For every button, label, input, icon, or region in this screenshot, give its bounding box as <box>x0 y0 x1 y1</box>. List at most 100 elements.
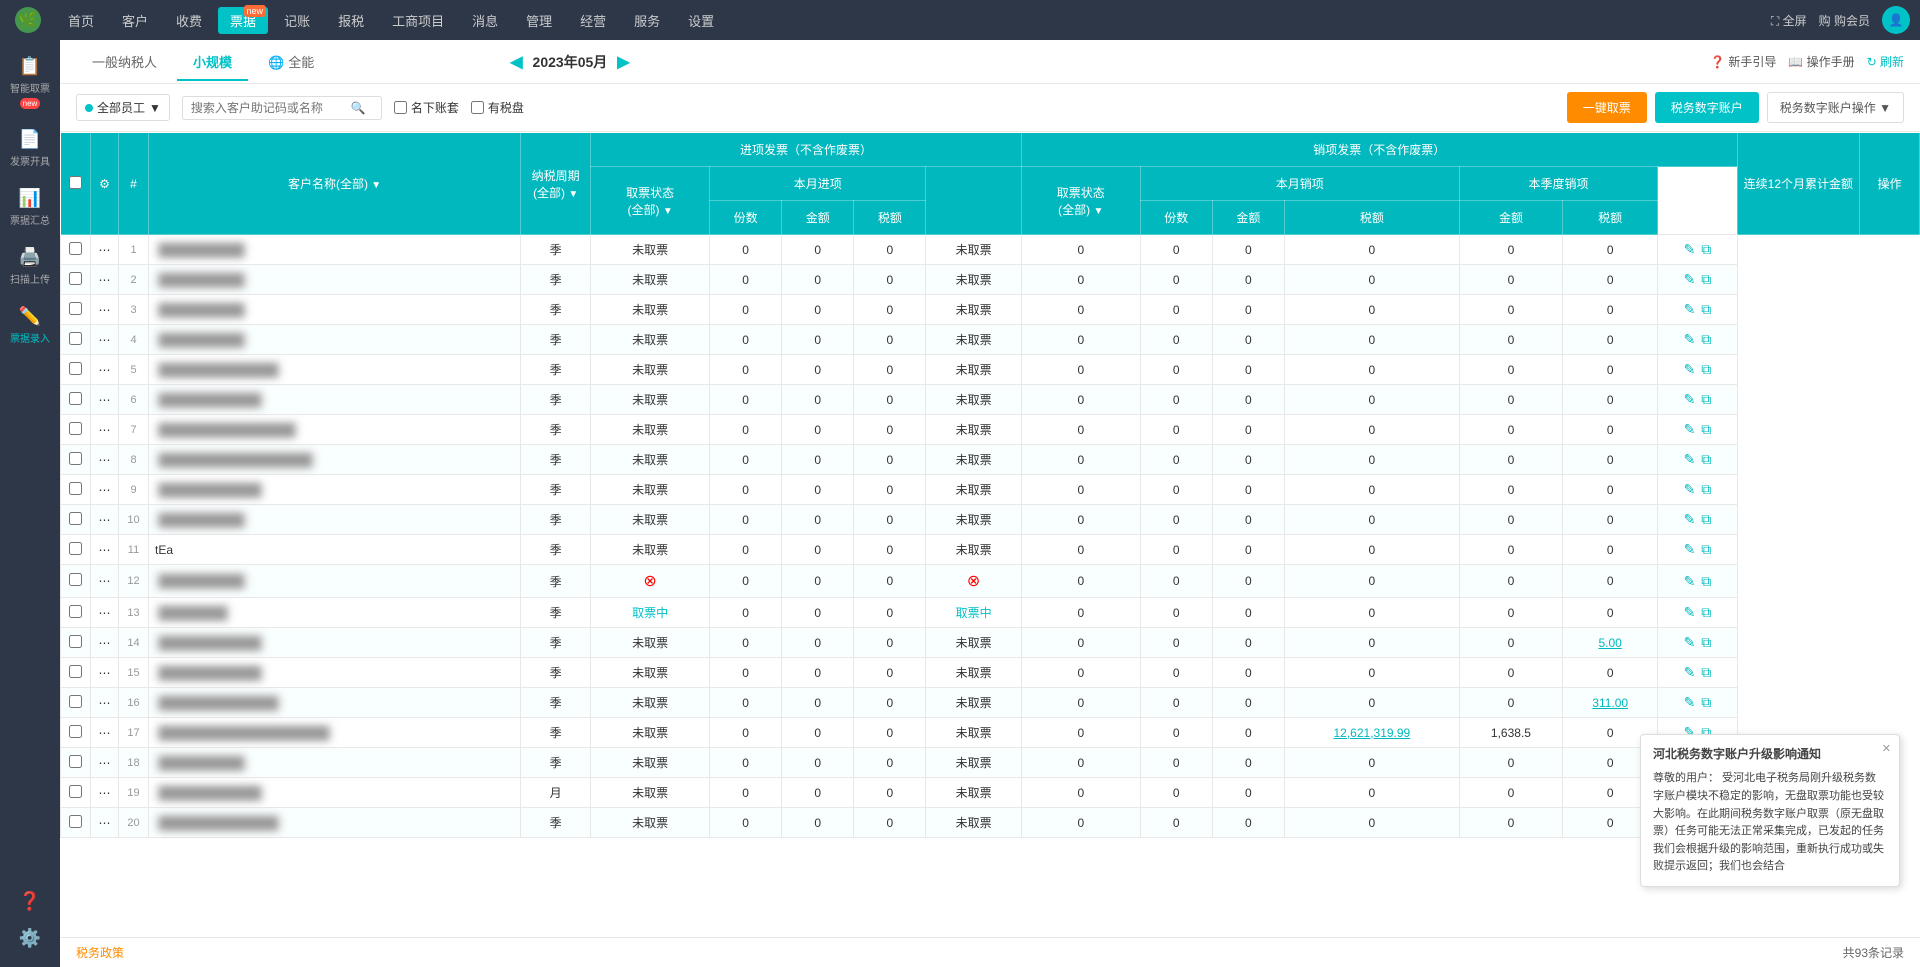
new-guide-btn[interactable]: ❓ 新手引导 <box>1710 53 1776 70</box>
row-checkbox[interactable] <box>69 605 82 618</box>
edit-icon[interactable]: ✎ <box>1684 604 1696 621</box>
vip-btn[interactable]: 购 购会员 <box>1819 12 1870 29</box>
edit-icon[interactable]: ✎ <box>1684 511 1696 528</box>
row-checkbox[interactable] <box>69 635 82 648</box>
edit-icon[interactable]: ✎ <box>1684 241 1696 258</box>
copy-icon[interactable]: ⧉ <box>1701 301 1711 318</box>
table-row: ⋯ 10 ██████████ 季 未取票 0 0 0 未取票 0 0 0 0 … <box>61 505 1920 535</box>
accountbook-filter[interactable]: 名下账套 <box>394 99 459 116</box>
row-checkbox[interactable] <box>69 725 82 738</box>
nav-item-票据[interactable]: 票据new <box>218 7 268 34</box>
row-checkbox[interactable] <box>69 272 82 285</box>
row-checkbox[interactable] <box>69 332 82 345</box>
edit-icon[interactable]: ✎ <box>1684 694 1696 711</box>
copy-icon[interactable]: ⧉ <box>1701 331 1711 348</box>
edit-icon[interactable]: ✎ <box>1684 421 1696 438</box>
row-checkbox[interactable] <box>69 785 82 798</box>
select-all-checkbox[interactable] <box>69 176 82 189</box>
edit-icon[interactable]: ✎ <box>1684 391 1696 408</box>
sidebar-item-扫描上传[interactable]: 🖨️ 扫描上传 <box>0 239 60 294</box>
sub-tab-一般纳税人[interactable]: 一般纳税人 <box>76 44 173 81</box>
tax-policy-link[interactable]: 税务政策 <box>76 944 124 961</box>
row-checkbox[interactable] <box>69 542 82 555</box>
nav-item-管理[interactable]: 管理 <box>514 7 564 34</box>
cumulative-value[interactable]: 311.00 <box>1592 696 1628 710</box>
nav-item-工商项目[interactable]: 工商项目 <box>380 7 456 34</box>
copy-icon[interactable]: ⧉ <box>1701 451 1711 468</box>
edit-icon[interactable]: ✎ <box>1684 573 1696 590</box>
tax-digital-account-btn[interactable]: 税务数字账户 <box>1655 92 1759 123</box>
refresh-btn[interactable]: ↻ 刷新 <box>1867 53 1904 70</box>
row-checkbox[interactable] <box>69 815 82 828</box>
nav-item-经营[interactable]: 经营 <box>568 7 618 34</box>
nav-item-首页[interactable]: 首页 <box>56 7 106 34</box>
sidebar-item-票据汇总[interactable]: 📊 票据汇总 <box>0 180 60 235</box>
row-checkbox[interactable] <box>69 755 82 768</box>
nav-item-设置[interactable]: 设置 <box>676 7 726 34</box>
copy-icon[interactable]: ⧉ <box>1701 421 1711 438</box>
employee-filter[interactable]: 全部员工 ▼ <box>76 94 170 121</box>
copy-icon[interactable]: ⧉ <box>1701 573 1711 590</box>
nav-item-记账[interactable]: 记账 <box>272 7 322 34</box>
edit-icon[interactable]: ✎ <box>1684 634 1696 651</box>
copy-icon[interactable]: ⧉ <box>1701 391 1711 408</box>
edit-icon[interactable]: ✎ <box>1684 481 1696 498</box>
row-checkbox[interactable] <box>69 695 82 708</box>
nav-item-报税[interactable]: 报税 <box>326 7 376 34</box>
row-checkbox[interactable] <box>69 362 82 375</box>
row-checkbox[interactable] <box>69 512 82 525</box>
row-checkbox[interactable] <box>69 392 82 405</box>
invoice-table: ⚙ # 客户名称(全部) ▼ 纳税周期(全部) ▼ 进项发票（不含作废票） 销项… <box>60 132 1920 838</box>
sidebar-bottom-item[interactable]: ❓ <box>15 883 45 920</box>
notification-close-btn[interactable]: ✕ <box>1882 741 1891 759</box>
copy-icon[interactable]: ⧉ <box>1701 481 1711 498</box>
edit-icon[interactable]: ✎ <box>1684 301 1696 318</box>
copy-icon[interactable]: ⧉ <box>1701 541 1711 558</box>
taxdisk-filter[interactable]: 有税盘 <box>471 99 524 116</box>
row-checkbox[interactable] <box>69 302 82 315</box>
copy-icon[interactable]: ⧉ <box>1701 604 1711 621</box>
next-date-btn[interactable]: ▶ <box>617 52 629 72</box>
edit-icon[interactable]: ✎ <box>1684 451 1696 468</box>
manual-btn[interactable]: 📖 操作手册 <box>1788 53 1854 70</box>
nav-item-收费[interactable]: 收费 <box>164 7 214 34</box>
copy-icon[interactable]: ⧉ <box>1701 634 1711 651</box>
edit-icon[interactable]: ✎ <box>1684 331 1696 348</box>
row-checkbox[interactable] <box>69 422 82 435</box>
accountbook-checkbox[interactable] <box>394 101 407 114</box>
sales-return-amount[interactable]: 12,621,319.99 <box>1333 726 1410 740</box>
edit-icon[interactable]: ✎ <box>1684 664 1696 681</box>
sidebar-bottom-item[interactable]: ⚙️ <box>15 920 45 957</box>
row-checkbox[interactable] <box>69 242 82 255</box>
nav-item-服务[interactable]: 服务 <box>622 7 672 34</box>
cumulative-value[interactable]: 5.00 <box>1598 636 1621 650</box>
sidebar-item-智能取票[interactable]: 📋 智能取票 new <box>0 48 60 117</box>
taxdisk-checkbox[interactable] <box>471 101 484 114</box>
search-icon[interactable]: 🔍 <box>351 101 366 115</box>
copy-icon[interactable]: ⧉ <box>1701 664 1711 681</box>
edit-icon[interactable]: ✎ <box>1684 271 1696 288</box>
prev-date-btn[interactable]: ◀ <box>510 52 522 72</box>
tax-digital-account-ops-btn[interactable]: 税务数字账户操作 ▼ <box>1767 92 1904 123</box>
row-checkbox[interactable] <box>69 452 82 465</box>
edit-icon[interactable]: ✎ <box>1684 361 1696 378</box>
sidebar-item-票据录入[interactable]: ✏️ 票据录入 <box>0 298 60 353</box>
nav-item-消息[interactable]: 消息 <box>460 7 510 34</box>
row-checkbox[interactable] <box>69 482 82 495</box>
fullscreen-btn[interactable]: ⛶ 全屏 <box>1771 12 1807 29</box>
copy-icon[interactable]: ⧉ <box>1701 361 1711 378</box>
sub-tab-全能[interactable]: 🌐全能 <box>252 44 330 81</box>
sub-tab-小规模[interactable]: 小规模 <box>177 44 248 81</box>
copy-icon[interactable]: ⧉ <box>1701 241 1711 258</box>
sidebar-item-发票开具[interactable]: 📄 发票开具 <box>0 121 60 176</box>
copy-icon[interactable]: ⧉ <box>1701 271 1711 288</box>
nav-item-客户[interactable]: 客户 <box>110 7 160 34</box>
user-avatar[interactable]: 👤 <box>1882 6 1910 34</box>
one-click-fetch-btn[interactable]: 一键取票 <box>1567 92 1647 123</box>
row-checkbox[interactable] <box>69 665 82 678</box>
copy-icon[interactable]: ⧉ <box>1701 511 1711 528</box>
edit-icon[interactable]: ✎ <box>1684 541 1696 558</box>
search-input[interactable] <box>191 101 351 115</box>
copy-icon[interactable]: ⧉ <box>1701 694 1711 711</box>
row-checkbox[interactable] <box>69 573 82 586</box>
